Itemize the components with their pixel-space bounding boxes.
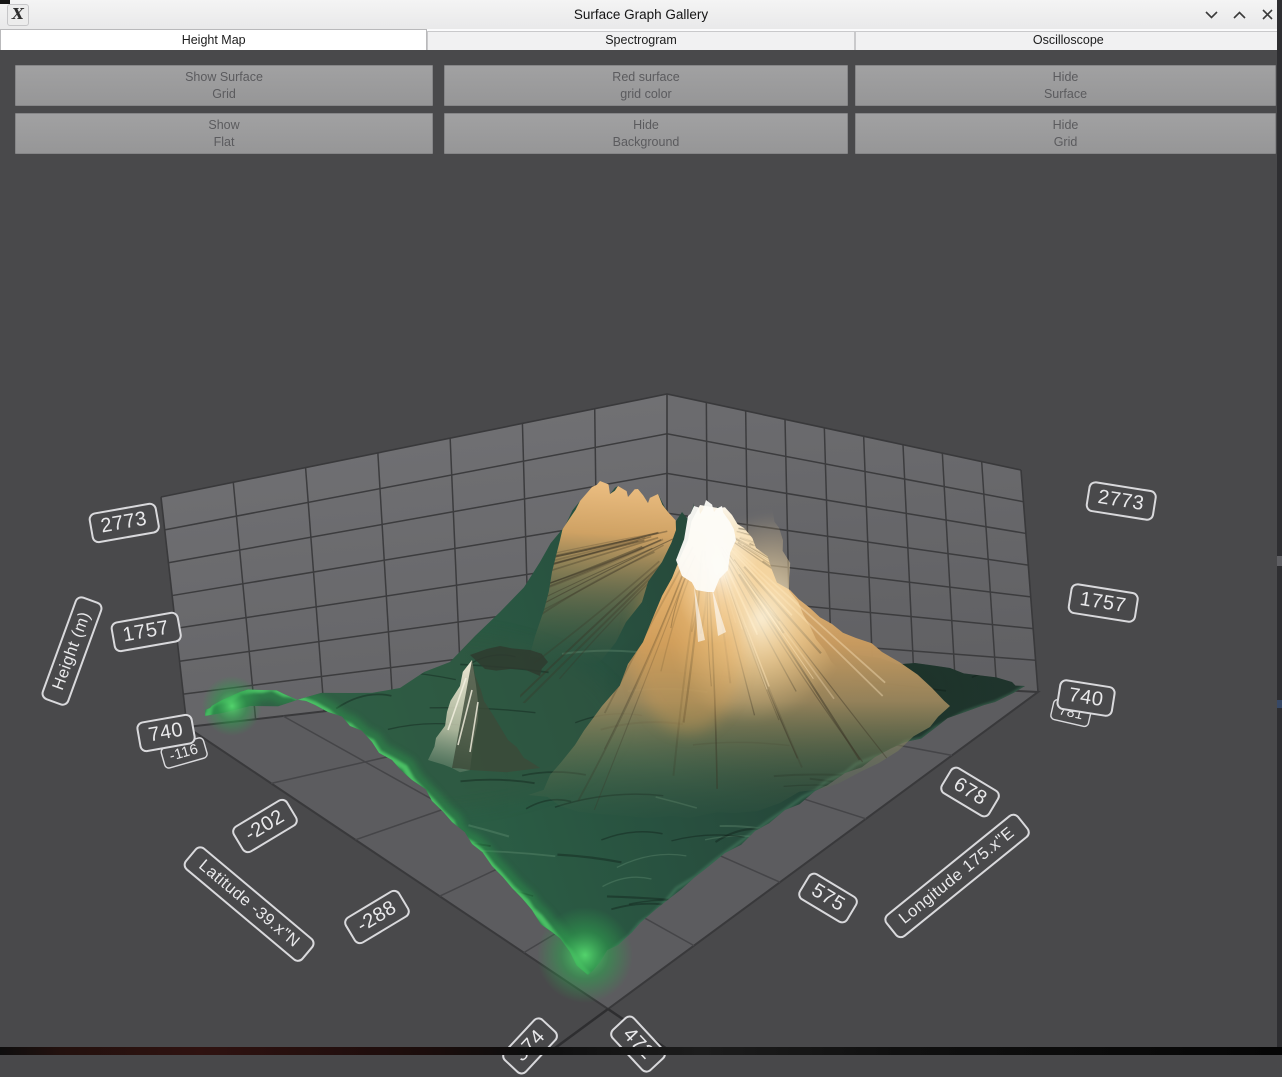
- show-flat-button[interactable]: Show Flat: [15, 113, 433, 154]
- window-corner-artifact: [0, 0, 10, 4]
- button-label-line2: Flat: [214, 134, 235, 151]
- chevron-down-icon: [1206, 12, 1217, 18]
- button-label-line1: Hide: [1053, 117, 1079, 134]
- hide-background-button[interactable]: Hide Background: [444, 113, 848, 154]
- tab-oscilloscope[interactable]: Oscilloscope: [855, 31, 1282, 50]
- minimize-button[interactable]: [1204, 8, 1218, 22]
- surface-3d-view[interactable]: [0, 0, 1282, 1055]
- tab-height-map[interactable]: Height Map: [0, 29, 427, 50]
- show-surface-grid-button[interactable]: Show Surface Grid: [15, 65, 433, 106]
- application-window: 2773 Height (m) 1757 -116 740 2773 1757 …: [0, 0, 1282, 1055]
- window-title: Surface Graph Gallery: [0, 0, 1282, 29]
- maximize-button[interactable]: [1232, 8, 1246, 22]
- button-label-line2: grid color: [620, 86, 671, 103]
- button-label-line2: Grid: [212, 86, 236, 103]
- button-label-line1: Red surface: [612, 69, 679, 86]
- hide-surface-button[interactable]: Hide Surface: [855, 65, 1276, 106]
- button-label-line2: Background: [613, 134, 680, 151]
- button-label-line1: Show: [208, 117, 239, 134]
- close-button[interactable]: [1260, 8, 1274, 22]
- close-icon: [1263, 10, 1272, 19]
- titlebar[interactable]: Surface Graph Gallery X: [0, 0, 1282, 30]
- desktop-edge-strip: [1277, 0, 1282, 1055]
- app-icon[interactable]: X: [7, 4, 29, 26]
- button-label-line2: Grid: [1054, 134, 1078, 151]
- hide-grid-button[interactable]: Hide Grid: [855, 113, 1276, 154]
- button-label-line1: Show Surface: [185, 69, 263, 86]
- tabbar: Height Map Spectrogram Oscilloscope: [0, 29, 1282, 50]
- chevron-up-icon: [1234, 12, 1245, 18]
- button-label-line1: Hide: [1053, 69, 1079, 86]
- button-label-line1: Hide: [633, 117, 659, 134]
- red-surface-grid-color-button[interactable]: Red surface grid color: [444, 65, 848, 106]
- tab-spectrogram[interactable]: Spectrogram: [427, 31, 854, 50]
- taskbar-edge-strip: [0, 1047, 1282, 1055]
- button-label-line2: Surface: [1044, 86, 1087, 103]
